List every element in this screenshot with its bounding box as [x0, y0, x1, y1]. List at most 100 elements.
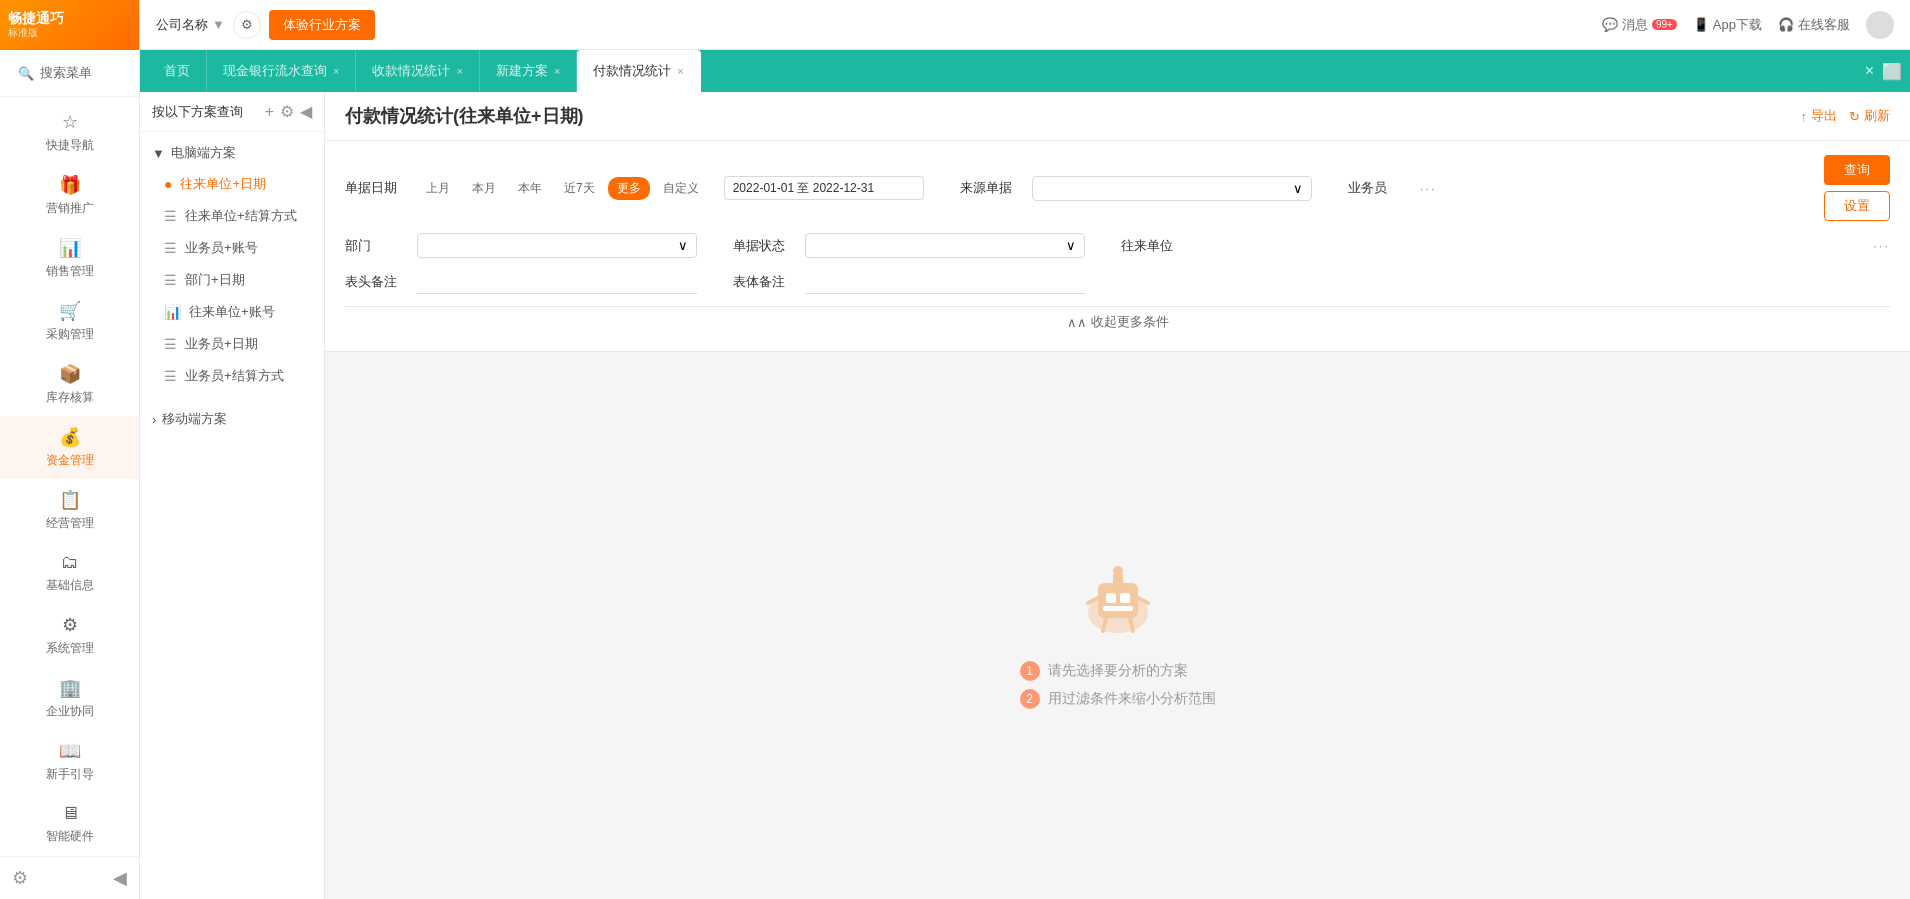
- tab-new-scheme-close[interactable]: ×: [554, 66, 560, 77]
- sidebar-label-hardware: 智能硬件: [46, 828, 94, 845]
- money-icon: 💰: [59, 426, 81, 448]
- online-service-item[interactable]: 🎧 在线客服: [1778, 16, 1850, 34]
- partner-filter-label: 往来单位: [1121, 237, 1177, 255]
- collapse-conditions-button[interactable]: ∧∧ 收起更多条件: [345, 306, 1890, 337]
- date-btn-custom[interactable]: 自定义: [654, 176, 708, 201]
- search-menu-item[interactable]: 🔍 搜索菜单: [10, 58, 129, 88]
- export-button[interactable]: ↑ 导出: [1801, 107, 1838, 125]
- sidebar-label-sales: 销售管理: [46, 263, 94, 280]
- phone-icon: 📱: [1693, 17, 1709, 32]
- scheme-item-label-6: 业务员+结算方式: [185, 367, 284, 385]
- salesperson-dots[interactable]: ···: [1420, 181, 1437, 196]
- tab-payment-stats-close[interactable]: ×: [677, 66, 683, 77]
- tab-home[interactable]: 首页: [148, 50, 207, 92]
- headset-icon: 🎧: [1778, 17, 1794, 32]
- sidebar-item-quick-nav[interactable]: ☆ 快捷导航: [0, 101, 139, 164]
- tip-number-2: 2: [1020, 689, 1040, 709]
- source-select[interactable]: ∨: [1032, 176, 1312, 201]
- refresh-icon: ↻: [1849, 109, 1860, 124]
- scheme-active-icon: ●: [164, 176, 172, 192]
- trial-button[interactable]: 体验行业方案: [269, 10, 375, 40]
- tab-payment-stats[interactable]: 付款情况统计 ×: [577, 50, 700, 92]
- settings-button[interactable]: ⚙: [233, 11, 261, 39]
- scheme-header: 按以下方案查询 + ⚙ ◀: [140, 92, 324, 132]
- tab-receipt-stats-close[interactable]: ×: [456, 66, 462, 77]
- sidebar-item-marketing[interactable]: 🎁 营销推广: [0, 164, 139, 227]
- filter-row-1: 单据日期 上月 本月 本年 近7天 更多 自定义 来源单据: [345, 155, 1890, 221]
- data-area: 1 请先选择要分析的方案 2 用过滤条件来缩小分析范围: [325, 352, 1910, 899]
- scheme-group-mobile-header[interactable]: › 移动端方案: [140, 404, 324, 434]
- scheme-item-dept-date[interactable]: ☰ 部门+日期: [140, 264, 324, 296]
- tab-maximize-icon[interactable]: ⬜: [1882, 62, 1902, 81]
- sidebar-item-purchase[interactable]: 🛒 采购管理: [0, 290, 139, 353]
- sidebar-item-guide[interactable]: 📖 新手引导: [0, 730, 139, 793]
- scheme-item-label-0: 往来单位+日期: [180, 175, 266, 193]
- scheme-collapse-icon[interactable]: ◀: [300, 102, 312, 121]
- body-note-input[interactable]: [805, 270, 1085, 294]
- header-note-input[interactable]: [417, 270, 697, 294]
- page-header: 付款情况统计(往来单位+日期) ↑ 导出 ↻ 刷新: [325, 92, 1910, 141]
- scheme-item-partner-payment[interactable]: ☰ 往来单位+结算方式: [140, 200, 324, 232]
- right-content: 付款情况统计(往来单位+日期) ↑ 导出 ↻ 刷新: [325, 92, 1910, 899]
- tab-new-scheme[interactable]: 新建方案 ×: [480, 50, 577, 92]
- sidebar-collapse-icon[interactable]: ◀: [113, 867, 127, 889]
- tab-bar: 首页 现金银行流水查询 × 收款情况统计 × 新建方案 × 付款情况统计 × ×…: [140, 50, 1910, 92]
- settings-small-button[interactable]: 设置: [1824, 191, 1890, 221]
- sidebar-item-enterprise[interactable]: 🏢 企业协同: [0, 667, 139, 730]
- salesperson-filter-label: 业务员: [1348, 179, 1404, 197]
- user-avatar[interactable]: [1866, 11, 1894, 39]
- box-icon: 📦: [59, 363, 81, 385]
- sidebar-item-fund[interactable]: 💰 资金管理: [0, 416, 139, 479]
- refresh-button[interactable]: ↻ 刷新: [1849, 107, 1890, 125]
- app-download-item[interactable]: 📱 App下载: [1693, 16, 1762, 34]
- query-button[interactable]: 查询: [1824, 155, 1890, 185]
- sidebar-item-basic[interactable]: 🗂 基础信息: [0, 542, 139, 604]
- sidebar-logo: 畅捷通巧 标准版: [0, 0, 139, 50]
- messages-item[interactable]: 💬 消息 99+: [1602, 16, 1677, 34]
- date-btn-this-year[interactable]: 本年: [509, 176, 551, 201]
- dept-select[interactable]: ∨: [417, 233, 697, 258]
- sidebar-settings-icon[interactable]: ⚙: [12, 867, 28, 889]
- status-select[interactable]: ∨: [805, 233, 1085, 258]
- scheme-header-label: 按以下方案查询: [152, 103, 243, 121]
- chevron-down-icon: ▼: [212, 17, 225, 32]
- date-btn-last-7days[interactable]: 近7天: [555, 176, 604, 201]
- filter-actions-col: 查询 设置: [1824, 155, 1890, 221]
- scheme-item-partner-account[interactable]: 📊 往来单位+账号: [140, 296, 324, 328]
- date-btn-last-month[interactable]: 上月: [417, 176, 459, 201]
- scheme-item-salesperson-account[interactable]: ☰ 业务员+账号: [140, 232, 324, 264]
- date-btn-this-month[interactable]: 本月: [463, 176, 505, 201]
- scheme-group-desktop-header[interactable]: ▼ 电脑端方案: [140, 138, 324, 168]
- tab-close-all-icon[interactable]: ×: [1865, 62, 1874, 80]
- scheme-list-icon-3: ☰: [164, 272, 177, 288]
- scheme-add-icon[interactable]: +: [265, 103, 274, 121]
- scheme-settings-icon[interactable]: ⚙: [280, 102, 294, 121]
- sidebar-item-hardware[interactable]: 🖥 智能硬件: [0, 793, 139, 855]
- scheme-item-salesperson-payment[interactable]: ☰ 业务员+结算方式: [140, 360, 324, 392]
- sidebar-item-system[interactable]: ⚙ 系统管理: [0, 604, 139, 667]
- gift-icon: 🎁: [59, 174, 81, 196]
- chevron-up-icon: ∧∧: [1067, 315, 1087, 330]
- scheme-group-desktop: ▼ 电脑端方案 ● 往来单位+日期 ☰ 往来单位+结算方式 ☰ 业务员+账号: [140, 132, 324, 398]
- empty-tip-1: 1 请先选择要分析的方案: [1020, 661, 1216, 681]
- company-name: 公司名称: [156, 16, 208, 34]
- tab-cash-flow[interactable]: 现金银行流水查询 ×: [207, 50, 356, 92]
- hardware-icon: 🖥: [61, 803, 79, 824]
- header-note-label: 表头备注: [345, 273, 401, 291]
- tab-cash-flow-close[interactable]: ×: [333, 66, 339, 77]
- empty-state: 1 请先选择要分析的方案 2 用过滤条件来缩小分析范围: [980, 503, 1256, 749]
- sidebar-item-sales[interactable]: 📊 销售管理: [0, 227, 139, 290]
- chevron-down-icon: ▼: [152, 146, 165, 161]
- partner-dots[interactable]: ···: [1873, 238, 1890, 253]
- sidebar-item-operations[interactable]: 📋 经营管理: [0, 479, 139, 542]
- scheme-item-partner-date[interactable]: ● 往来单位+日期: [140, 168, 324, 200]
- scheme-item-salesperson-date[interactable]: ☰ 业务员+日期: [140, 328, 324, 360]
- sidebar-item-inventory[interactable]: 📦 库存核算: [0, 353, 139, 416]
- tab-receipt-stats[interactable]: 收款情况统计 ×: [356, 50, 479, 92]
- date-btn-more[interactable]: 更多: [608, 177, 650, 200]
- company-selector[interactable]: 公司名称 ▼: [156, 16, 225, 34]
- date-range-input[interactable]: [724, 176, 924, 200]
- scheme-item-label-1: 往来单位+结算方式: [185, 207, 297, 225]
- tip-number-1: 1: [1020, 661, 1040, 681]
- top-bar-right: 💬 消息 99+ 📱 App下载 🎧 在线客服: [1602, 11, 1894, 39]
